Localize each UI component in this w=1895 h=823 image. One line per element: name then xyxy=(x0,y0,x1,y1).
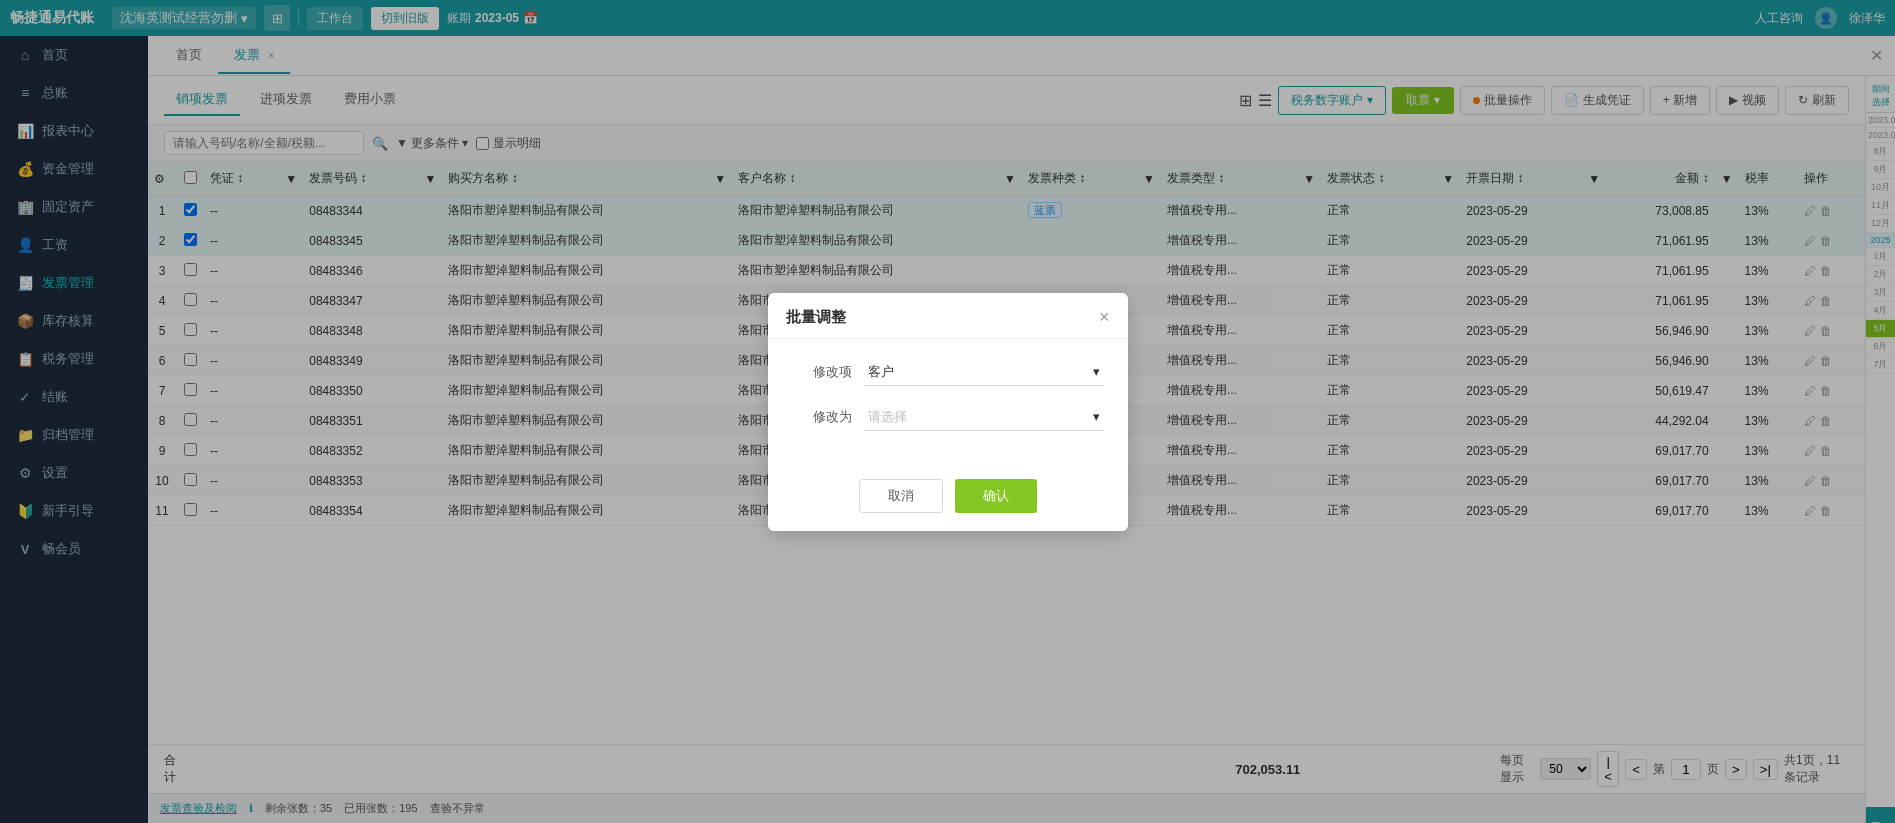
modal-value-label: 修改为 xyxy=(792,408,852,426)
modal-overlay: 批量调整 × 修改项 客户 ▾ 修改为 请选择 ▾ 取消 确认 xyxy=(0,0,1895,823)
modal-field-row: 修改项 客户 ▾ xyxy=(792,359,1104,386)
chevron-down-icon4: ▾ xyxy=(1093,364,1100,379)
modal-field-label: 修改项 xyxy=(792,363,852,381)
batch-adjust-modal: 批量调整 × 修改项 客户 ▾ 修改为 请选择 ▾ 取消 确认 xyxy=(768,293,1128,531)
modal-body: 修改项 客户 ▾ 修改为 请选择 ▾ xyxy=(768,339,1128,469)
chevron-down-icon5: ▾ xyxy=(1093,409,1100,424)
modal-field-select[interactable]: 客户 ▾ xyxy=(864,359,1104,386)
modal-footer: 取消 确认 xyxy=(768,469,1128,531)
modal-cancel-btn[interactable]: 取消 xyxy=(859,479,943,513)
modal-confirm-btn[interactable]: 确认 xyxy=(955,479,1037,513)
modal-close-btn[interactable]: × xyxy=(1099,307,1110,328)
modal-value-row: 修改为 请选择 ▾ xyxy=(792,404,1104,431)
modal-title: 批量调整 xyxy=(786,308,846,327)
modal-value-select[interactable]: 请选择 ▾ xyxy=(864,404,1104,431)
modal-header: 批量调整 × xyxy=(768,293,1128,339)
